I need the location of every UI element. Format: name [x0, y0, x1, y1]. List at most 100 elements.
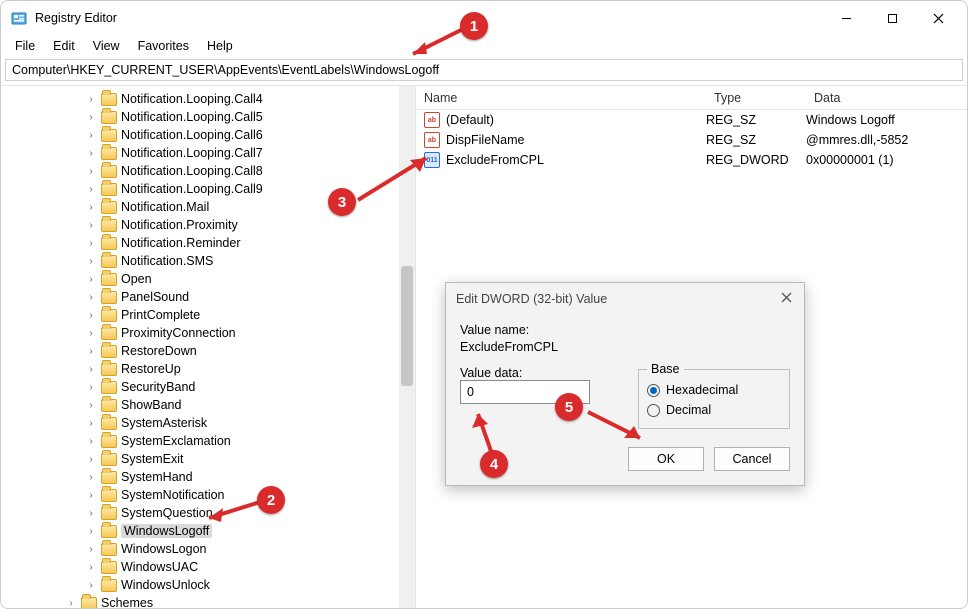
tree-item-notification-looping-call4[interactable]: ›Notification.Looping.Call4 — [1, 90, 415, 108]
menu-file[interactable]: File — [7, 37, 43, 55]
tree-item-restoreup[interactable]: › RestoreUp — [1, 360, 415, 378]
chevron-right-icon: › — [85, 364, 97, 375]
radio-dec-indicator — [647, 404, 660, 417]
folder-icon — [101, 309, 117, 322]
tree-item-systemhand[interactable]: ›SystemHand — [1, 468, 415, 486]
value-row[interactable]: ab(Default)REG_SZWindows Logoff — [416, 110, 967, 130]
value-type: REG_DWORD — [706, 153, 806, 167]
header-type[interactable]: Type — [706, 91, 806, 105]
tree-item-label: SystemAsterisk — [121, 416, 207, 430]
tree-item-label: WindowsUAC — [121, 560, 198, 574]
radio-decimal[interactable]: Decimal — [647, 400, 781, 420]
value-row[interactable]: 011ExcludeFromCPLREG_DWORD0x00000001 (1) — [416, 150, 967, 170]
folder-icon — [101, 273, 117, 286]
header-data[interactable]: Data — [806, 91, 967, 105]
radio-hex-indicator — [647, 384, 660, 397]
chevron-right-icon: › — [85, 508, 97, 519]
value-name: DispFileName — [446, 133, 706, 147]
reg-string-icon: ab — [424, 112, 440, 128]
tree-item-open[interactable]: ›Open — [1, 270, 415, 288]
tree-item-windowsuac[interactable]: ›WindowsUAC — [1, 558, 415, 576]
address-bar[interactable]: Computer\HKEY_CURRENT_USER\AppEvents\Eve… — [5, 59, 963, 81]
tree-item-windowslogon[interactable]: ›WindowsLogon — [1, 540, 415, 558]
tree-item-notification-looping-call7[interactable]: ›Notification.Looping.Call7 — [1, 144, 415, 162]
chevron-right-icon: › — [85, 310, 97, 321]
folder-icon — [101, 165, 117, 178]
folder-icon — [101, 93, 117, 106]
tree-item-label: WindowsUnlock — [121, 578, 210, 592]
folder-icon — [101, 255, 117, 268]
tree-scroll-thumb[interactable] — [401, 266, 413, 386]
tree-item-systemexclamation[interactable]: ›SystemExclamation — [1, 432, 415, 450]
annotation-badge-2: 2 — [257, 486, 285, 514]
value-type: REG_SZ — [706, 113, 806, 127]
menu-edit[interactable]: Edit — [45, 37, 83, 55]
tree-item-label: Notification.Mail — [121, 200, 209, 214]
chevron-right-icon: › — [85, 94, 97, 105]
tree-item-label: Notification.SMS — [121, 254, 213, 268]
tree-item-label: Open — [121, 272, 152, 286]
tree-item-label: SystemQuestion — [121, 506, 213, 520]
tree-item-printcomplete[interactable]: › PrintComplete — [1, 306, 415, 324]
tree-item-label: Notification.Looping.Call5 — [121, 110, 263, 124]
annotation-badge-3: 3 — [328, 188, 356, 216]
folder-icon — [101, 453, 117, 466]
cancel-button[interactable]: Cancel — [714, 447, 790, 471]
tree-item-label: Notification.Looping.Call8 — [121, 164, 263, 178]
chevron-right-icon: › — [85, 472, 97, 483]
folder-icon — [101, 561, 117, 574]
annotation-badge-1: 1 — [460, 12, 488, 40]
tree-item-notification-sms[interactable]: ›Notification.SMS — [1, 252, 415, 270]
tree-item-systemasterisk[interactable]: ›SystemAsterisk — [1, 414, 415, 432]
folder-icon — [101, 417, 117, 430]
tree-item-notification-proximity[interactable]: ›Notification.Proximity — [1, 216, 415, 234]
dialog-close-button[interactable] — [779, 290, 794, 308]
tree-item-showband[interactable]: ›ShowBand — [1, 396, 415, 414]
reg-string-icon: ab — [424, 132, 440, 148]
value-data-label: Value data: — [460, 366, 612, 380]
menu-view[interactable]: View — [85, 37, 128, 55]
folder-icon — [101, 183, 117, 196]
ok-button[interactable]: OK — [628, 447, 704, 471]
value-type: REG_SZ — [706, 133, 806, 147]
tree-item-securityband[interactable]: ›SecurityBand — [1, 378, 415, 396]
tree-item-label: RestoreDown — [121, 344, 197, 358]
tree-item-notification-looping-call6[interactable]: ›Notification.Looping.Call6 — [1, 126, 415, 144]
tree-item-restoredown[interactable]: › RestoreDown — [1, 342, 415, 360]
tree-scrollbar[interactable] — [399, 86, 415, 608]
value-name-display: ExcludeFromCPL — [460, 340, 790, 354]
tree-item-panelsound[interactable]: ›PanelSound — [1, 288, 415, 306]
tree-item-notification-reminder[interactable]: ›Notification.Reminder — [1, 234, 415, 252]
tree-item-systemquestion[interactable]: › SystemQuestion — [1, 504, 415, 522]
tree-item-systemexit[interactable]: ›SystemExit — [1, 450, 415, 468]
header-name[interactable]: Name — [416, 91, 706, 105]
tree-item-notification-looping-call8[interactable]: › Notification.Looping.Call8 — [1, 162, 415, 180]
close-button[interactable] — [915, 3, 961, 33]
chevron-right-icon: › — [85, 292, 97, 303]
regedit-icon — [11, 10, 27, 26]
chevron-right-icon: › — [85, 166, 97, 177]
tree-item-label: WindowsLogon — [121, 542, 206, 556]
value-row[interactable]: abDispFileNameREG_SZ@mmres.dll,-5852 — [416, 130, 967, 150]
maximize-button[interactable] — [869, 3, 915, 33]
tree-item-label: RestoreUp — [121, 362, 181, 376]
folder-icon — [101, 363, 117, 376]
tree-item-windowsunlock[interactable]: ›WindowsUnlock — [1, 576, 415, 594]
folder-icon — [81, 597, 97, 609]
tree-item-systemnotification[interactable]: ›SystemNotification — [1, 486, 415, 504]
minimize-button[interactable] — [823, 3, 869, 33]
chevron-right-icon: › — [85, 346, 97, 357]
menu-help[interactable]: Help — [199, 37, 241, 55]
tree-pane[interactable]: ›Notification.Looping.Call4›Notification… — [1, 86, 416, 608]
tree-item-label: WindowsLogoff — [121, 524, 212, 538]
tree-item-windowslogoff[interactable]: ›WindowsLogoff — [1, 522, 415, 540]
tree-item-schemes[interactable]: ›Schemes — [1, 594, 415, 608]
folder-icon — [101, 219, 117, 232]
radio-hexadecimal[interactable]: Hexadecimal — [647, 380, 781, 400]
tree-item-notification-looping-call5[interactable]: ›Notification.Looping.Call5 — [1, 108, 415, 126]
dialog-title: Edit DWORD (32-bit) Value — [456, 292, 607, 306]
folder-icon — [101, 543, 117, 556]
tree-item-proximityconnection[interactable]: ›ProximityConnection — [1, 324, 415, 342]
menu-favorites[interactable]: Favorites — [130, 37, 197, 55]
tree-item-label: PrintComplete — [121, 308, 200, 322]
